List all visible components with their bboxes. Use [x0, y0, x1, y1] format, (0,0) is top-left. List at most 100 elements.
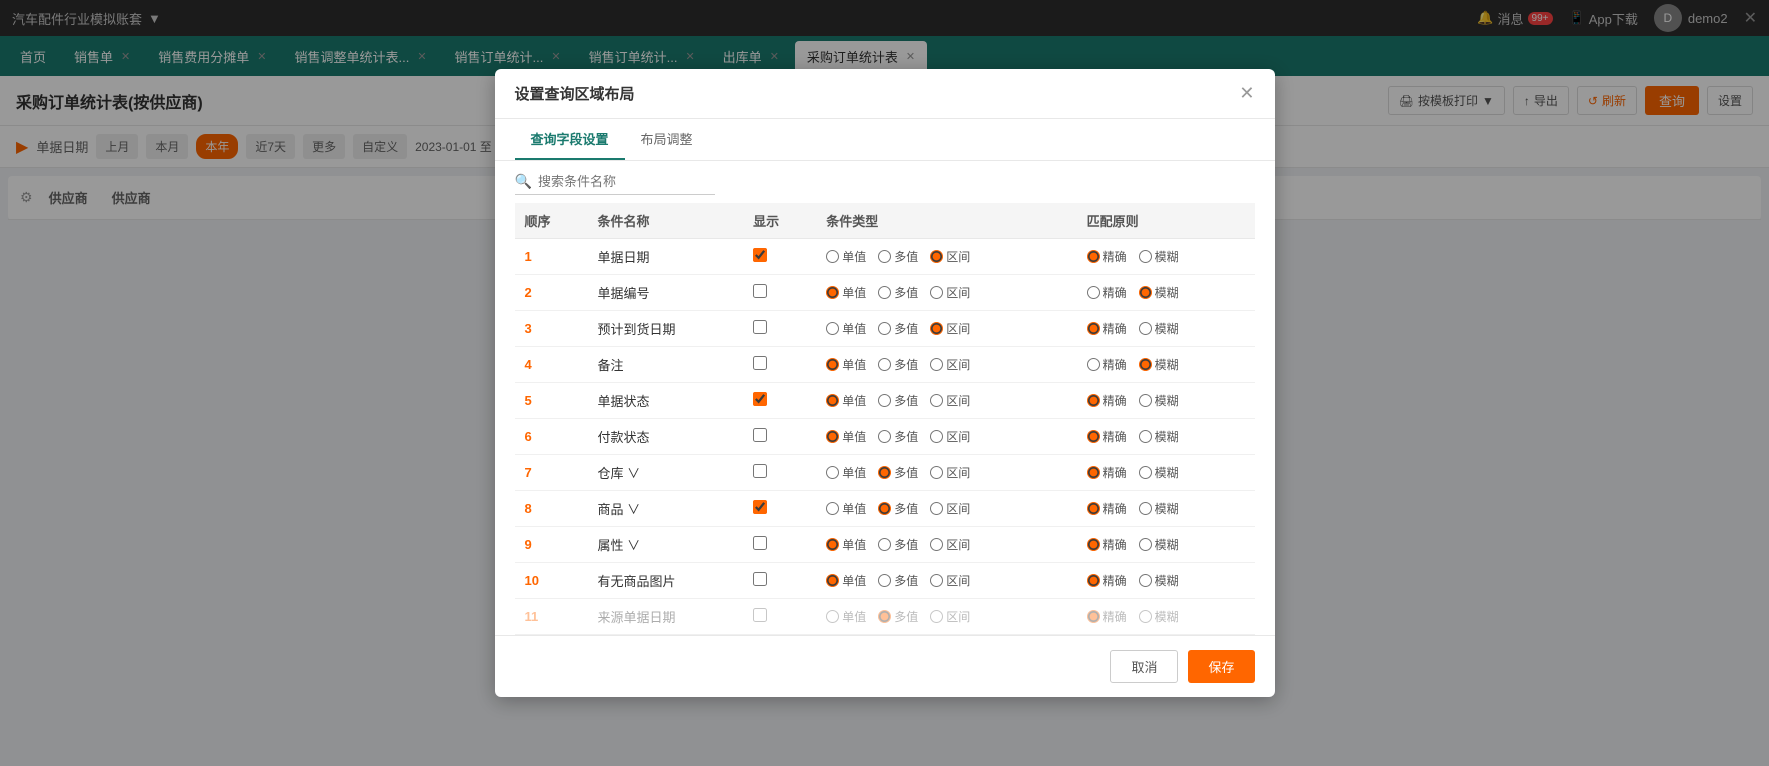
save-btn[interactable]: 保存: [1188, 650, 1254, 683]
condition-type-single[interactable]: 单值: [826, 608, 866, 625]
match-rule-fuzzy[interactable]: 模糊: [1139, 320, 1179, 337]
modal-tab-fields[interactable]: 查询字段设置: [515, 119, 625, 160]
match-rule-exact[interactable]: 精确: [1087, 248, 1127, 265]
radio-multi[interactable]: [878, 286, 891, 299]
match-rule-exact[interactable]: 精确: [1087, 284, 1127, 301]
cell-display[interactable]: [743, 347, 816, 383]
radio-range[interactable]: [930, 538, 943, 551]
display-checkbox-label[interactable]: [753, 322, 767, 337]
radio-match-fuzzy[interactable]: [1139, 286, 1152, 299]
search-input[interactable]: [538, 174, 698, 189]
condition-type-range[interactable]: 区间: [930, 464, 970, 481]
radio-multi[interactable]: [878, 358, 891, 371]
condition-type-range[interactable]: 区间: [930, 248, 970, 265]
radio-match-exact[interactable]: [1087, 538, 1100, 551]
match-rule-fuzzy[interactable]: 模糊: [1139, 284, 1179, 301]
match-rule-fuzzy[interactable]: 模糊: [1139, 392, 1179, 409]
cell-display[interactable]: [743, 599, 816, 635]
match-rule-fuzzy[interactable]: 模糊: [1139, 572, 1179, 589]
radio-single[interactable]: [826, 394, 839, 407]
radio-multi[interactable]: [878, 502, 891, 515]
radio-single[interactable]: [826, 250, 839, 263]
condition-type-range[interactable]: 区间: [930, 536, 970, 553]
match-rule-exact[interactable]: 精确: [1087, 500, 1127, 517]
display-checkbox[interactable]: [753, 428, 767, 442]
display-checkbox[interactable]: [753, 320, 767, 334]
match-rule-exact[interactable]: 精确: [1087, 320, 1127, 337]
display-checkbox-label[interactable]: [753, 610, 767, 625]
condition-type-multi[interactable]: 多值: [878, 356, 918, 373]
condition-type-multi[interactable]: 多值: [878, 284, 918, 301]
radio-multi[interactable]: [878, 538, 891, 551]
display-checkbox[interactable]: [753, 500, 767, 514]
modal-close-btn[interactable]: ✕: [1239, 83, 1254, 104]
modal-tab-layout[interactable]: 布局调整: [625, 119, 709, 160]
radio-match-exact[interactable]: [1087, 394, 1100, 407]
display-checkbox[interactable]: [753, 284, 767, 298]
display-checkbox-label[interactable]: [753, 502, 767, 517]
cell-display[interactable]: [743, 275, 816, 311]
cell-display[interactable]: [743, 239, 816, 275]
condition-type-single[interactable]: 单值: [826, 428, 866, 445]
cell-display[interactable]: [743, 491, 816, 527]
condition-type-range[interactable]: 区间: [930, 608, 970, 625]
display-checkbox-label[interactable]: [753, 574, 767, 589]
match-rule-fuzzy[interactable]: 模糊: [1139, 428, 1179, 445]
match-rule-exact[interactable]: 精确: [1087, 572, 1127, 589]
radio-match-fuzzy[interactable]: [1139, 358, 1152, 371]
radio-match-fuzzy[interactable]: [1139, 322, 1152, 335]
cell-display[interactable]: [743, 527, 816, 563]
radio-match-exact[interactable]: [1087, 574, 1100, 587]
radio-range[interactable]: [930, 430, 943, 443]
match-rule-fuzzy[interactable]: 模糊: [1139, 356, 1179, 373]
radio-single[interactable]: [826, 610, 839, 623]
condition-type-range[interactable]: 区间: [930, 428, 970, 445]
condition-type-multi[interactable]: 多值: [878, 536, 918, 553]
radio-match-exact[interactable]: [1087, 466, 1100, 479]
radio-match-fuzzy[interactable]: [1139, 430, 1152, 443]
condition-type-multi[interactable]: 多值: [878, 248, 918, 265]
match-rule-exact[interactable]: 精确: [1087, 464, 1127, 481]
condition-type-multi[interactable]: 多值: [878, 464, 918, 481]
display-checkbox-label[interactable]: [753, 394, 767, 409]
condition-type-range[interactable]: 区间: [930, 572, 970, 589]
radio-match-exact[interactable]: [1087, 502, 1100, 515]
display-checkbox[interactable]: [753, 248, 767, 262]
match-rule-exact[interactable]: 精确: [1087, 608, 1127, 625]
display-checkbox[interactable]: [753, 572, 767, 586]
condition-type-range[interactable]: 区间: [930, 500, 970, 517]
match-rule-fuzzy[interactable]: 模糊: [1139, 608, 1179, 625]
match-rule-fuzzy[interactable]: 模糊: [1139, 536, 1179, 553]
radio-range[interactable]: [930, 394, 943, 407]
radio-range[interactable]: [930, 610, 943, 623]
display-checkbox-label[interactable]: [753, 538, 767, 553]
condition-type-range[interactable]: 区间: [930, 284, 970, 301]
display-checkbox-label[interactable]: [753, 286, 767, 301]
cell-display[interactable]: [743, 383, 816, 419]
radio-single[interactable]: [826, 574, 839, 587]
radio-single[interactable]: [826, 322, 839, 335]
condition-type-single[interactable]: 单值: [826, 356, 866, 373]
condition-type-multi[interactable]: 多值: [878, 428, 918, 445]
radio-multi[interactable]: [878, 466, 891, 479]
modal-overlay[interactable]: 设置查询区域布局 ✕ 查询字段设置 布局调整 🔍 顺序 条件名称 显示: [0, 0, 1769, 766]
match-rule-fuzzy[interactable]: 模糊: [1139, 248, 1179, 265]
cancel-btn[interactable]: 取消: [1110, 650, 1178, 683]
radio-match-fuzzy[interactable]: [1139, 466, 1152, 479]
radio-range[interactable]: [930, 358, 943, 371]
condition-type-single[interactable]: 单值: [826, 464, 866, 481]
display-checkbox[interactable]: [753, 536, 767, 550]
cell-display[interactable]: [743, 563, 816, 599]
condition-type-single[interactable]: 单值: [826, 572, 866, 589]
cell-display[interactable]: [743, 419, 816, 455]
radio-single[interactable]: [826, 538, 839, 551]
radio-multi[interactable]: [878, 574, 891, 587]
radio-match-exact[interactable]: [1087, 322, 1100, 335]
condition-type-range[interactable]: 区间: [930, 392, 970, 409]
radio-range[interactable]: [930, 250, 943, 263]
condition-type-multi[interactable]: 多值: [878, 320, 918, 337]
radio-multi[interactable]: [878, 322, 891, 335]
radio-single[interactable]: [826, 358, 839, 371]
radio-multi[interactable]: [878, 394, 891, 407]
radio-match-exact[interactable]: [1087, 430, 1100, 443]
